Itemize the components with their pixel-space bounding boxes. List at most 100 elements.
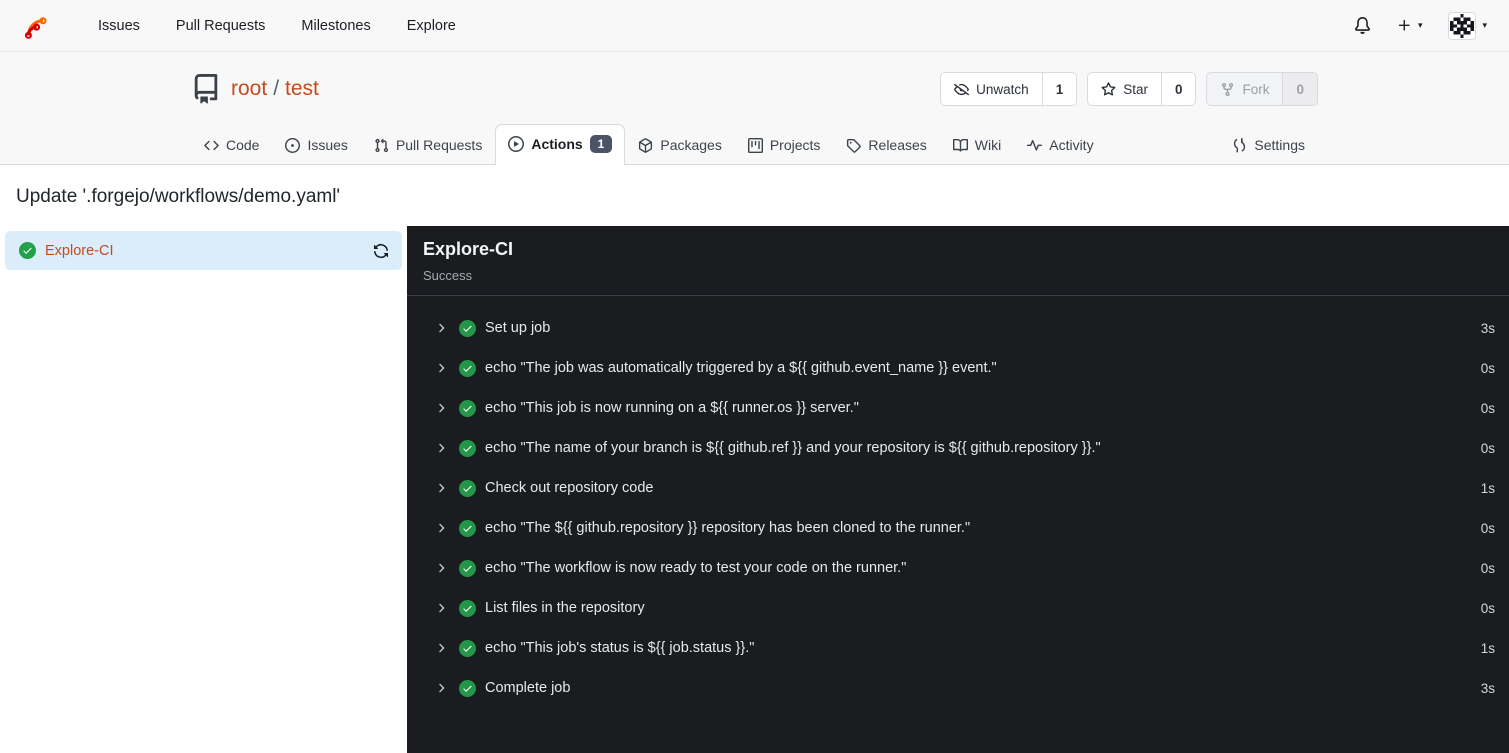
watch-count[interactable]: 1: [1041, 73, 1077, 105]
fork-icon: [1220, 82, 1235, 97]
nav-issues[interactable]: Issues: [80, 0, 158, 52]
log-header: Explore-CI Success: [407, 226, 1509, 297]
step-name: Set up job: [485, 320, 551, 337]
workflow-run-view: Explore-CI Explore-CI Success Set up job…: [0, 226, 1509, 753]
repo-name-link[interactable]: test: [285, 77, 319, 101]
chevron-right-icon[interactable]: [434, 601, 448, 615]
step-row[interactable]: echo "This job's status is ${{ job.statu…: [407, 628, 1509, 668]
star-label: Star: [1123, 81, 1148, 97]
navbar-right: ▾ ▾: [1354, 11, 1487, 40]
step-row[interactable]: Complete job 3s: [407, 668, 1509, 708]
step-row[interactable]: echo "The workflow is now ready to test …: [407, 548, 1509, 588]
tab-projects[interactable]: Projects: [735, 126, 834, 164]
unwatch-label: Unwatch: [976, 81, 1029, 97]
chevron-right-icon[interactable]: [434, 401, 448, 415]
log-job-title: Explore-CI: [423, 239, 514, 260]
chevron-right-icon[interactable]: [434, 321, 448, 335]
fork-label: Fork: [1242, 81, 1270, 97]
step-duration: 0s: [1480, 600, 1495, 616]
fork-button: Fork 0: [1206, 72, 1318, 106]
step-row[interactable]: echo "The job was automatically triggere…: [407, 348, 1509, 388]
success-check-icon: [459, 319, 476, 337]
job-name: Explore-CI: [45, 242, 114, 259]
step-duration: 3s: [1480, 680, 1495, 696]
success-check-icon: [459, 519, 476, 537]
repository-icon: [191, 74, 221, 104]
nav-explore[interactable]: Explore: [389, 0, 474, 52]
job-item-explore-ci[interactable]: Explore-CI: [5, 231, 402, 271]
chevron-down-icon: ▾: [1417, 20, 1423, 30]
play-circle-icon: [508, 136, 525, 153]
step-row[interactable]: Set up job 3s: [407, 308, 1509, 348]
tab-pull-requests[interactable]: Pull Requests: [361, 126, 495, 164]
step-duration: 1s: [1480, 640, 1495, 656]
tab-releases[interactable]: Releases: [833, 126, 939, 164]
success-check-icon: [459, 599, 476, 617]
step-duration: 0s: [1480, 400, 1495, 416]
unwatch-button[interactable]: Unwatch 1: [940, 72, 1078, 106]
notifications-bell-icon[interactable]: [1354, 17, 1371, 34]
star-count[interactable]: 0: [1160, 73, 1196, 105]
tab-settings[interactable]: Settings: [1219, 126, 1318, 164]
tab-actions[interactable]: Actions 1: [495, 124, 626, 166]
step-row[interactable]: echo "The name of your branch is ${{ git…: [407, 428, 1509, 468]
tab-label: Code: [226, 137, 260, 154]
step-row[interactable]: echo "This job is now running on a ${{ r…: [407, 388, 1509, 428]
chevron-right-icon[interactable]: [434, 361, 448, 375]
step-duration: 0s: [1480, 440, 1495, 456]
chevron-right-icon[interactable]: [434, 681, 448, 695]
success-check-icon: [19, 242, 36, 260]
tab-wiki[interactable]: Wiki: [940, 126, 1014, 164]
tab-label: Actions: [531, 136, 583, 153]
step-name: Check out repository code: [485, 480, 654, 497]
nav-milestones[interactable]: Milestones: [283, 0, 388, 52]
repo-tabs-strip: Code Issues Pull Requests Actions 1 Pack…: [0, 124, 1509, 166]
log-panel: Explore-CI Success Set up job 3s echo "T…: [407, 226, 1509, 753]
chevron-right-icon[interactable]: [434, 441, 448, 455]
step-duration: 0s: [1480, 560, 1495, 576]
user-menu-button[interactable]: ▾: [1448, 11, 1487, 40]
tab-packages[interactable]: Packages: [625, 126, 734, 164]
chevron-right-icon[interactable]: [434, 641, 448, 655]
success-check-icon: [459, 679, 476, 697]
pull-request-icon: [374, 138, 389, 153]
tab-issues[interactable]: Issues: [272, 126, 360, 164]
tab-activity[interactable]: Activity: [1014, 126, 1106, 164]
step-row[interactable]: List files in the repository 0s: [407, 588, 1509, 628]
repo-action-buttons: Unwatch 1 Star 0 Fork 0: [940, 72, 1318, 106]
step-duration: 3s: [1480, 320, 1495, 336]
success-check-icon: [459, 359, 476, 377]
log-job-status: Success: [423, 268, 473, 284]
tab-label: Settings: [1254, 137, 1305, 154]
chevron-right-icon[interactable]: [434, 561, 448, 575]
steps-list: Set up job 3s echo "The job was automati…: [407, 296, 1509, 708]
chevron-right-icon[interactable]: [434, 481, 448, 495]
project-icon: [747, 137, 763, 153]
book-icon: [952, 138, 968, 153]
plus-icon: [1398, 19, 1410, 31]
success-check-icon: [459, 479, 476, 497]
step-name: echo "This job's status is ${{ job.statu…: [485, 640, 755, 657]
refresh-icon[interactable]: [373, 243, 389, 259]
top-navbar: Issues Pull Requests Milestones Explore …: [0, 0, 1509, 52]
step-duration: 0s: [1480, 520, 1495, 536]
step-row[interactable]: echo "The ${{ github.repository }} repos…: [407, 508, 1509, 548]
step-name: Complete job: [485, 680, 571, 697]
chevron-right-icon[interactable]: [434, 521, 448, 535]
create-new-button[interactable]: ▾: [1397, 18, 1423, 33]
step-name: echo "The ${{ github.repository }} repos…: [485, 520, 971, 537]
step-name: echo "The job was automatically triggere…: [485, 360, 997, 377]
star-button[interactable]: Star 0: [1087, 72, 1197, 106]
forgejo-logo-icon[interactable]: [22, 11, 52, 41]
step-name: List files in the repository: [485, 600, 645, 617]
tab-code[interactable]: Code: [191, 126, 272, 164]
step-row[interactable]: Check out repository code 1s: [407, 468, 1509, 508]
success-check-icon: [459, 639, 476, 657]
success-check-icon: [459, 439, 476, 457]
code-icon: [204, 138, 219, 153]
nav-pull-requests[interactable]: Pull Requests: [158, 0, 283, 52]
repo-owner-link[interactable]: root: [231, 77, 267, 101]
avatar: [1448, 11, 1477, 40]
page-title: Update '.forgejo/workflows/demo.yaml': [0, 165, 1509, 227]
tab-label: Wiki: [974, 137, 1002, 154]
